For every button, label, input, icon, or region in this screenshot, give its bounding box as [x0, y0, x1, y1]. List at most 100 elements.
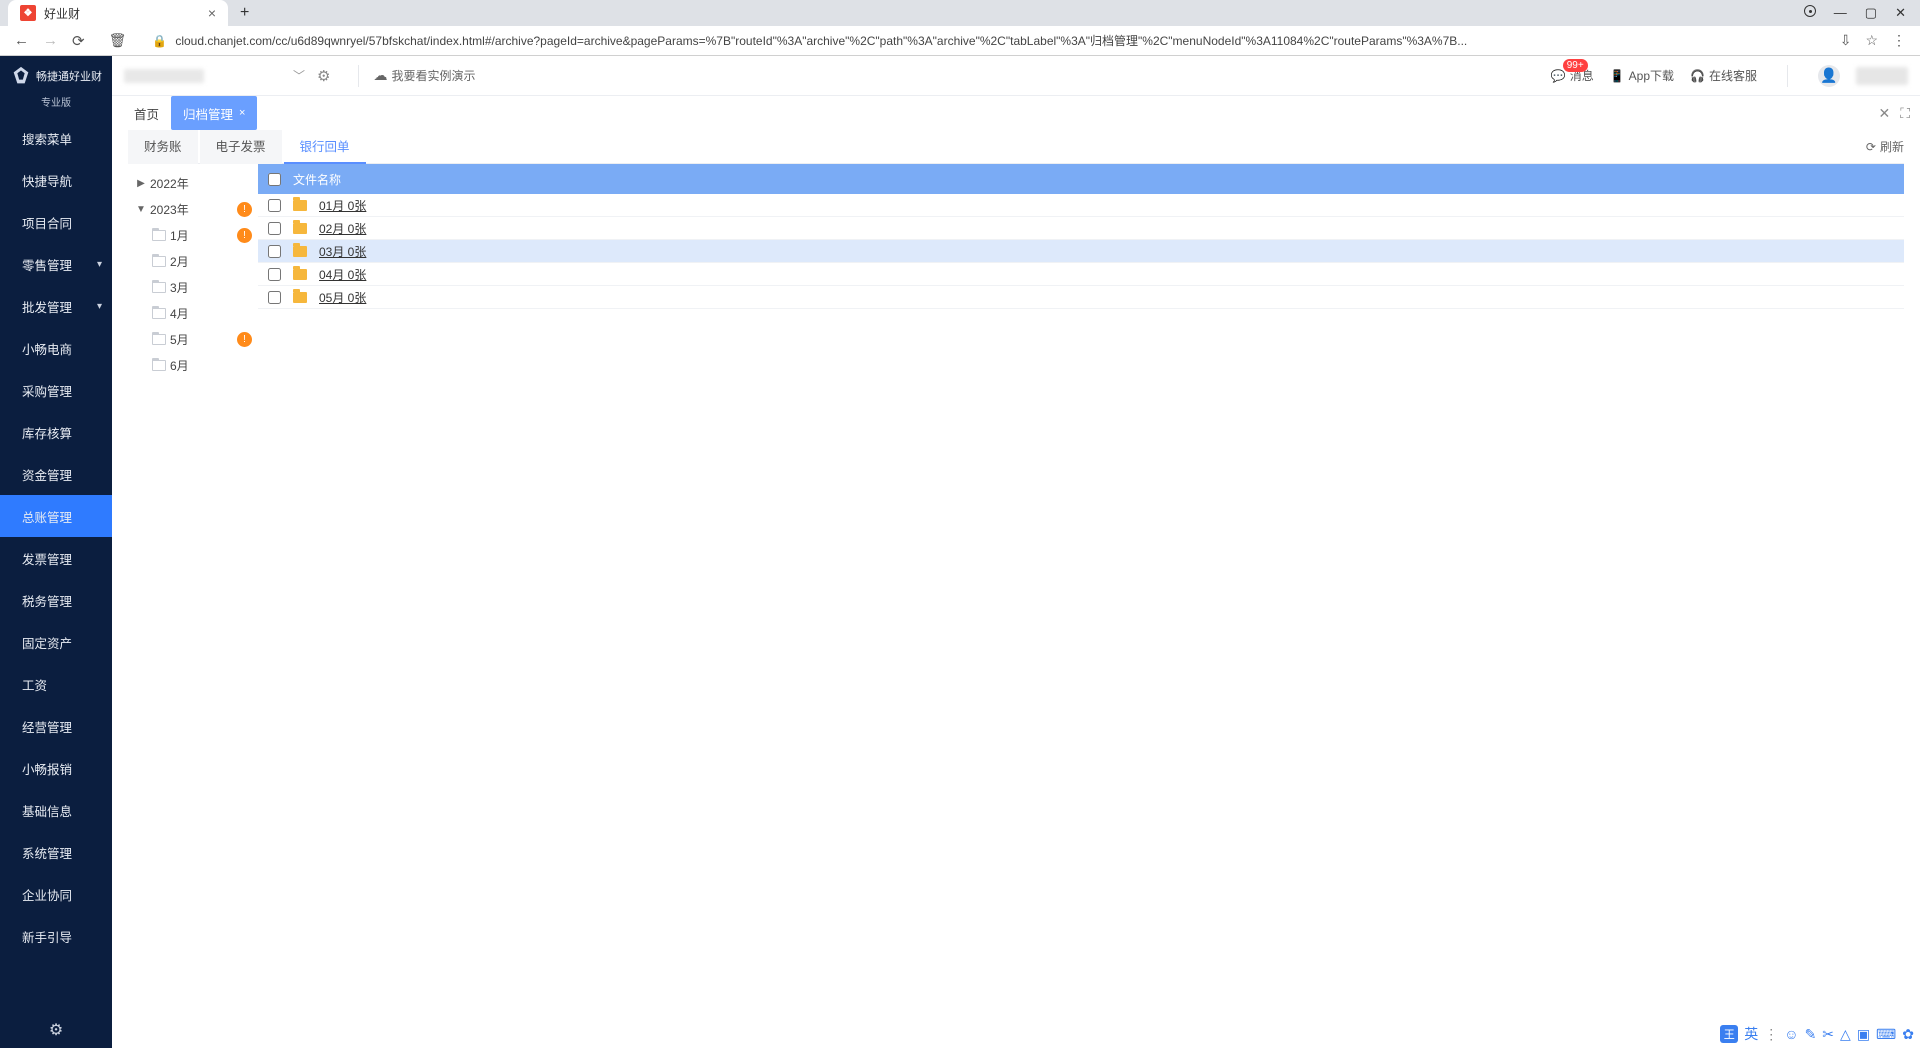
ime-badge[interactable]: 王: [1720, 1025, 1738, 1043]
sidebar-item[interactable]: 快捷导航: [0, 159, 112, 201]
sub-tab[interactable]: 财务账: [128, 130, 198, 164]
forward-button[interactable]: →: [43, 32, 58, 49]
sidebar-item[interactable]: 税务管理: [0, 579, 112, 621]
close-all-tabs-button[interactable]: ✕: [1878, 105, 1890, 122]
row-checkbox[interactable]: [268, 268, 281, 281]
sidebar-item[interactable]: 零售管理▾: [0, 243, 112, 285]
tree-month[interactable]: 6月: [128, 352, 258, 378]
table-row[interactable]: 05月 0张: [258, 286, 1904, 309]
sidebar-item[interactable]: 采购管理: [0, 369, 112, 411]
bookmark-star-icon[interactable]: ☆: [1865, 32, 1878, 49]
sidebar-item[interactable]: 基础信息: [0, 789, 112, 831]
headset-icon: 🎧: [1690, 69, 1705, 83]
trash-icon[interactable]: 🗑: [99, 32, 137, 49]
tray-icon[interactable]: ⋮: [1764, 1026, 1778, 1043]
sidebar-item[interactable]: 经营管理: [0, 705, 112, 747]
demo-link[interactable]: ☁ 我要看实例演示: [373, 67, 475, 84]
file-link[interactable]: 05月 0张: [319, 289, 366, 306]
table-row[interactable]: 02月 0张: [258, 217, 1904, 240]
row-checkbox[interactable]: [268, 199, 281, 212]
sidebar-item[interactable]: 库存核算: [0, 411, 112, 453]
table-row[interactable]: 04月 0张: [258, 263, 1904, 286]
refresh-button[interactable]: ⟳ 刷新: [1866, 138, 1904, 155]
close-window-button[interactable]: ✕: [1895, 5, 1906, 21]
tab-title: 好业财: [44, 5, 208, 22]
back-button[interactable]: ←: [14, 32, 29, 49]
messages-link[interactable]: 💬 消息 99+: [1551, 67, 1594, 84]
sidebar-item-label: 库存核算: [22, 423, 72, 442]
tree-month[interactable]: 1月!: [128, 222, 258, 248]
sidebar-item[interactable]: 项目合同: [0, 201, 112, 243]
tray-scissors-icon[interactable]: ✂: [1822, 1026, 1834, 1043]
file-link[interactable]: 01月 0张: [319, 197, 366, 214]
file-link[interactable]: 02月 0张: [319, 220, 366, 237]
minimize-button[interactable]: —: [1834, 5, 1847, 21]
tree-year[interactable]: ▼2023年!: [128, 196, 258, 222]
sidebar-item[interactable]: 搜索菜单: [0, 117, 112, 159]
sidebar-item[interactable]: 小畅报销: [0, 747, 112, 789]
sidebar-item[interactable]: 批发管理 ▾: [0, 285, 112, 327]
file-link[interactable]: 04月 0张: [319, 266, 366, 283]
new-tab-button[interactable]: +: [240, 4, 249, 22]
maximize-button[interactable]: ▢: [1865, 5, 1877, 21]
fullscreen-button[interactable]: ⛶: [1900, 105, 1910, 122]
sidebar-item[interactable]: 固定资产: [0, 621, 112, 663]
tray-image-icon[interactable]: ▣: [1857, 1026, 1870, 1043]
sidebar-item[interactable]: 企业协同: [0, 873, 112, 915]
table-row[interactable]: 01月 0张: [258, 194, 1904, 217]
sidebar-item-label: 小畅电商: [22, 339, 72, 358]
system-tray: 王 英 ⋮ ☺ ✎ ✂ △ ▣ ⌨ ✿: [1720, 1024, 1914, 1044]
sidebar-item[interactable]: 新手引导: [0, 915, 112, 957]
refresh-label: 刷新: [1880, 138, 1904, 155]
tree-month[interactable]: 5月!: [128, 326, 258, 352]
kebab-menu-icon[interactable]: ⋮: [1892, 32, 1906, 49]
sidebar-item[interactable]: 总账管理: [0, 495, 112, 537]
chevron-down-icon: ▾: [97, 301, 102, 312]
close-icon[interactable]: ×: [239, 107, 245, 119]
folder-icon: [293, 246, 307, 257]
support-link[interactable]: 🎧 在线客服: [1690, 67, 1757, 84]
page-tab[interactable]: 首页: [122, 96, 171, 130]
tree-month-label: 6月: [170, 357, 189, 374]
favicon-icon: ❖: [20, 5, 36, 21]
app-download-link[interactable]: 📱 App下载: [1610, 67, 1674, 84]
address-bar[interactable]: 🔒 cloud.chanjet.com/cc/u6d89qwnryel/57bf…: [144, 29, 1831, 53]
sidebar-item[interactable]: 系统管理: [0, 831, 112, 873]
reload-button[interactable]: ⟳: [72, 32, 85, 50]
settings-gear-icon[interactable]: ⚙: [0, 1012, 112, 1048]
sidebar-item[interactable]: 资金管理: [0, 453, 112, 495]
sidebar-item[interactable]: 工资: [0, 663, 112, 705]
tray-keyboard-icon[interactable]: ⌨: [1876, 1026, 1896, 1043]
gear-icon[interactable]: ⚙: [317, 67, 330, 85]
select-all-checkbox[interactable]: [268, 173, 281, 186]
row-checkbox[interactable]: [268, 291, 281, 304]
account-dot-icon[interactable]: [1804, 5, 1816, 21]
ime-lang[interactable]: 英: [1744, 1024, 1758, 1044]
logo: 畅捷通好业财: [0, 56, 112, 96]
tree-month[interactable]: 3月: [128, 274, 258, 300]
tray-gear-icon[interactable]: ✿: [1902, 1026, 1914, 1043]
tray-edit-icon[interactable]: ✎: [1805, 1026, 1817, 1043]
tray-emoji-icon[interactable]: ☺: [1784, 1026, 1798, 1042]
account-selector[interactable]: ﹀: [112, 67, 317, 84]
browser-tab[interactable]: ❖ 好业财 ×: [8, 0, 228, 26]
page-tab[interactable]: 归档管理×: [171, 96, 257, 130]
row-checkbox[interactable]: [268, 222, 281, 235]
sub-tab[interactable]: 银行回单: [284, 130, 366, 164]
sidebar-item[interactable]: 小畅电商: [0, 327, 112, 369]
table-row[interactable]: 03月 0张: [258, 240, 1904, 263]
install-app-icon[interactable]: ⇩: [1840, 32, 1852, 49]
tray-cloud-icon[interactable]: △: [1840, 1026, 1851, 1043]
sidebar-item-label: 系统管理: [22, 843, 72, 862]
close-icon[interactable]: ×: [208, 5, 216, 21]
sub-tab[interactable]: 电子发票: [200, 130, 282, 164]
avatar-icon[interactable]: 👤: [1818, 65, 1840, 87]
tree-month[interactable]: 2月: [128, 248, 258, 274]
sidebar-item[interactable]: 发票管理: [0, 537, 112, 579]
tree-month[interactable]: 4月: [128, 300, 258, 326]
sidebar-item-label: 批发管理: [22, 297, 72, 316]
tree-year[interactable]: ▶2022年: [128, 170, 258, 196]
file-link[interactable]: 03月 0张: [319, 243, 366, 260]
logo-icon: [10, 65, 32, 87]
row-checkbox[interactable]: [268, 245, 281, 258]
